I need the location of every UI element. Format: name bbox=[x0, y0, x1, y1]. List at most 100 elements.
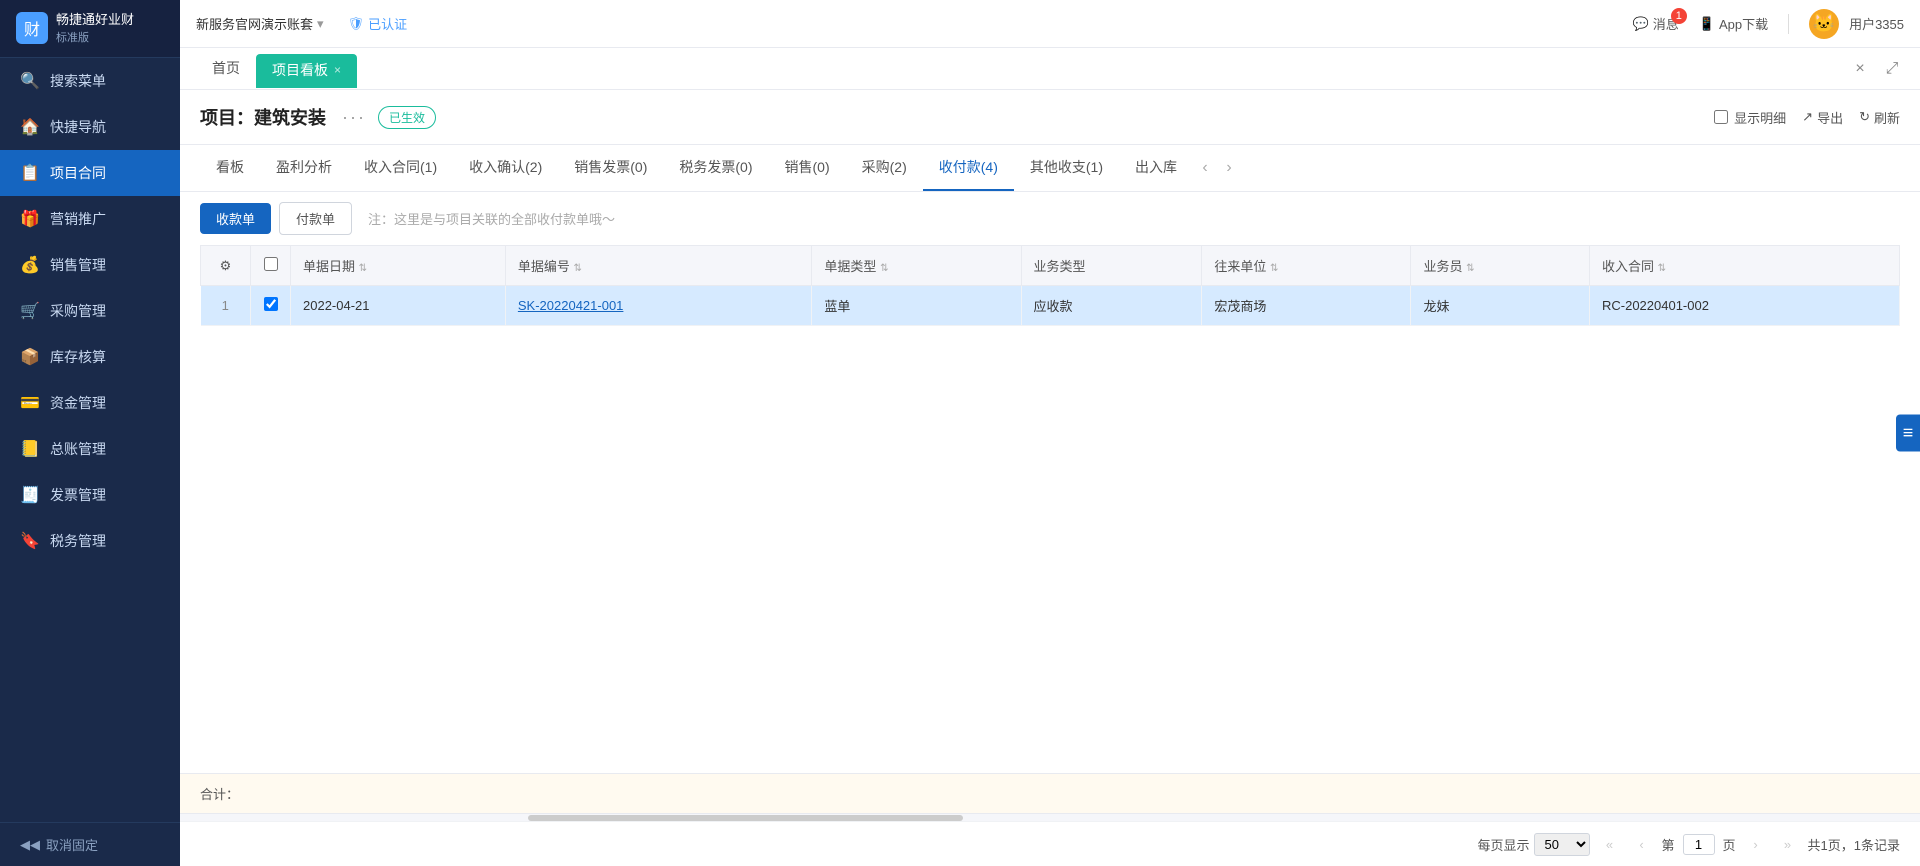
per-page-select[interactable]: 50 100 200 bbox=[1534, 833, 1590, 856]
show-detail-checkbox[interactable]: 显示明细 bbox=[1714, 108, 1786, 127]
sub-nav-prev-arrow[interactable]: ‹ bbox=[1193, 156, 1217, 180]
row-check[interactable] bbox=[251, 286, 291, 326]
sub-nav-purchase[interactable]: 采购(2) bbox=[846, 145, 923, 191]
sub-nav-inout[interactable]: 出入库 bbox=[1119, 145, 1193, 191]
sort-code-icon: ⇅ bbox=[574, 263, 582, 274]
unpin-label: 取消固定 bbox=[46, 835, 98, 854]
table-section: 收款单 付款单 注：这里是与项目关联的全部收付款单哦～ ⚙ 单据日期 ⇅ bbox=[180, 192, 1920, 866]
app-download-button[interactable]: 📱 App下载 bbox=[1699, 14, 1768, 33]
show-detail-input[interactable] bbox=[1714, 110, 1728, 124]
table-header-settings[interactable]: ⚙ bbox=[201, 246, 251, 286]
sidebar-item-quick-nav[interactable]: 🏠 快捷导航 bbox=[0, 104, 180, 150]
table-header-salesman[interactable]: 业务员 ⇅ bbox=[1411, 246, 1590, 286]
sub-nav-income-contract[interactable]: 收入合同(1) bbox=[348, 145, 453, 191]
tab-home-label: 首页 bbox=[212, 58, 240, 78]
table-header-type[interactable]: 单据类型 ⇅ bbox=[812, 246, 1021, 286]
horizontal-scrollbar[interactable] bbox=[180, 813, 1920, 821]
prev-page-button[interactable]: ‹ bbox=[1630, 832, 1654, 856]
certified-label: 已认证 bbox=[368, 14, 407, 33]
page-number-input[interactable] bbox=[1683, 834, 1715, 855]
project-prefix: 项目：建筑安装 bbox=[200, 104, 326, 130]
main-area: 新服务官网演示账套 ▾ 🛡 已认证 💬 消息 1 📱 App下载 🐱 用户335… bbox=[180, 0, 1920, 866]
sidebar-item-search[interactable]: 🔍 搜索菜单 bbox=[0, 58, 180, 104]
sub-nav-sales[interactable]: 销售(0) bbox=[769, 145, 846, 191]
scrollbar-thumb[interactable] bbox=[528, 815, 963, 821]
sidebar-item-label: 快捷导航 bbox=[50, 117, 106, 137]
sidebar-item-marketing[interactable]: 🎁 营销推广 bbox=[0, 196, 180, 242]
panel-icon: ≡ bbox=[1903, 423, 1914, 444]
tab-project-label: 项目看板 bbox=[272, 60, 328, 80]
table-header-partner[interactable]: 往来单位 ⇅ bbox=[1202, 246, 1411, 286]
sidebar-item-label: 销售管理 bbox=[50, 255, 106, 275]
sidebar-scroll: 🔍 搜索菜单 🏠 快捷导航 📋 项目合同 🎁 营销推广 💰 销售管理 🛒 采购管… bbox=[0, 58, 180, 822]
invoice-icon: 🧾 bbox=[20, 485, 40, 505]
page-size-selector[interactable]: 每页显示 50 100 200 bbox=[1477, 833, 1589, 856]
right-panel-toggle[interactable]: ≡ bbox=[1896, 415, 1920, 452]
project-status-badge: 已生效 bbox=[378, 106, 436, 129]
payment-button[interactable]: 付款单 bbox=[279, 202, 352, 235]
sub-nav-tax-invoice[interactable]: 税务发票(0) bbox=[663, 145, 768, 191]
logo-icon: 财 bbox=[16, 12, 48, 44]
sub-nav-sales-invoice[interactable]: 销售发票(0) bbox=[558, 145, 663, 191]
topbar-divider bbox=[1788, 14, 1789, 34]
refresh-icon: ↻ bbox=[1859, 109, 1870, 125]
row-code-link[interactable]: SK-20220421-001 bbox=[518, 298, 624, 313]
project-icon: 📋 bbox=[20, 163, 40, 183]
table-row[interactable]: 1 2022-04-21 SK-20220421-001 蓝单 应收款 宏茂商场… bbox=[201, 286, 1900, 326]
table-header-date[interactable]: 单据日期 ⇅ bbox=[291, 246, 506, 286]
refresh-button[interactable]: ↻ 刷新 bbox=[1859, 108, 1900, 127]
export-button[interactable]: ↗ 导出 bbox=[1802, 108, 1843, 127]
sub-nav-income-confirm[interactable]: 收入确认(2) bbox=[453, 145, 558, 191]
logo-area: 财 畅捷通好业财 标准版 bbox=[0, 0, 180, 58]
receipt-button[interactable]: 收款单 bbox=[200, 203, 271, 234]
sidebar-item-purchase[interactable]: 🛒 采购管理 bbox=[0, 288, 180, 334]
tab-close-icon[interactable]: × bbox=[334, 63, 341, 77]
row-salesman: 龙妹 bbox=[1411, 286, 1590, 326]
sub-nav-other[interactable]: 其他收支(1) bbox=[1014, 145, 1119, 191]
sub-nav-payment[interactable]: 收付款(4) bbox=[923, 145, 1014, 191]
page-label: 第 bbox=[1662, 835, 1675, 854]
table-header-biz-type: 业务类型 bbox=[1021, 246, 1202, 286]
sidebar-item-ledger[interactable]: 📒 总账管理 bbox=[0, 426, 180, 472]
data-table: ⚙ 单据日期 ⇅ 单据编号 ⇅ 单据类型 bbox=[200, 245, 1900, 326]
close-button[interactable]: × bbox=[1848, 57, 1872, 81]
sidebar-item-finance[interactable]: 💳 资金管理 bbox=[0, 380, 180, 426]
select-all-checkbox[interactable] bbox=[264, 257, 278, 271]
project-more-icon[interactable]: ··· bbox=[342, 107, 366, 128]
account-selector[interactable]: 新服务官网演示账套 ▾ bbox=[196, 14, 324, 33]
sidebar-item-tax[interactable]: 🔖 税务管理 bbox=[0, 518, 180, 564]
sidebar-item-invoice[interactable]: 🧾 发票管理 bbox=[0, 472, 180, 518]
sidebar-item-label: 采购管理 bbox=[50, 301, 106, 321]
message-button[interactable]: 💬 消息 1 bbox=[1633, 14, 1679, 33]
export-icon: ↗ bbox=[1802, 109, 1813, 125]
message-icon: 💬 bbox=[1633, 16, 1649, 32]
table-header-check[interactable] bbox=[251, 246, 291, 286]
sub-nav-next-arrow[interactable]: › bbox=[1217, 156, 1241, 180]
sidebar-item-label: 总账管理 bbox=[50, 439, 106, 459]
last-page-button[interactable]: » bbox=[1776, 832, 1800, 856]
sidebar-item-inventory[interactable]: 📦 库存核算 bbox=[0, 334, 180, 380]
user-label: 用户3355 bbox=[1849, 14, 1904, 33]
first-page-button[interactable]: « bbox=[1598, 832, 1622, 856]
sub-nav-profit[interactable]: 盈利分析 bbox=[260, 145, 348, 191]
next-page-button[interactable]: › bbox=[1744, 832, 1768, 856]
table-header-code[interactable]: 单据编号 ⇅ bbox=[505, 246, 812, 286]
tab-home[interactable]: 首页 bbox=[196, 48, 256, 90]
sidebar-item-project[interactable]: 📋 项目合同 bbox=[0, 150, 180, 196]
content-area: 项目：建筑安装 ··· 已生效 显示明细 ↗ 导出 ↻ 刷新 bbox=[180, 90, 1920, 866]
sidebar-item-label: 资金管理 bbox=[50, 393, 106, 413]
user-area[interactable]: 🐱 用户3355 bbox=[1809, 9, 1904, 39]
message-badge: 1 bbox=[1671, 8, 1687, 24]
sub-nav-board[interactable]: 看板 bbox=[200, 145, 260, 191]
tab-project-board[interactable]: 项目看板 × bbox=[256, 54, 357, 88]
maximize-button[interactable]: ⤢ bbox=[1880, 57, 1904, 81]
summary-row: 合计： bbox=[180, 773, 1920, 813]
sidebar-item-sales[interactable]: 💰 销售管理 bbox=[0, 242, 180, 288]
row-checkbox[interactable] bbox=[264, 297, 278, 311]
show-detail-label: 显示明细 bbox=[1734, 108, 1786, 127]
button-group: 收款单 付款单 注：这里是与项目关联的全部收付款单哦～ bbox=[180, 192, 1920, 245]
purchase-icon: 🛒 bbox=[20, 301, 40, 321]
unpin-button[interactable]: ◀◀ 取消固定 bbox=[0, 822, 180, 866]
row-code[interactable]: SK-20220421-001 bbox=[505, 286, 812, 326]
table-header-contract[interactable]: 收入合同 ⇅ bbox=[1589, 246, 1899, 286]
